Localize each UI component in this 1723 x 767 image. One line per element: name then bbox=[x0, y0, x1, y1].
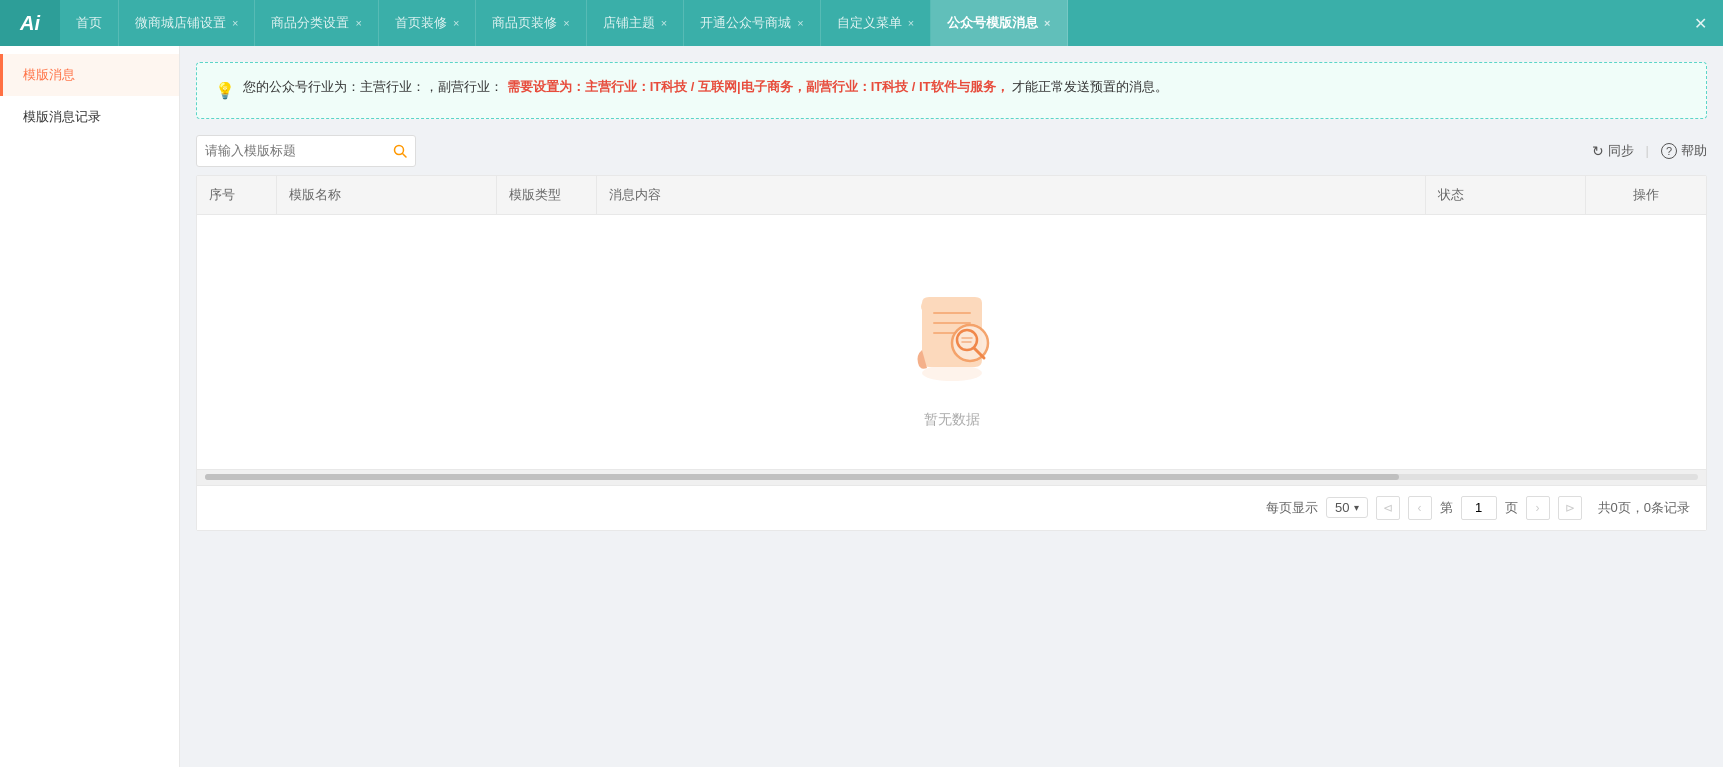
notice-icon: 💡 bbox=[215, 78, 235, 104]
notice-box: 💡 您的公众号行业为：主营行业：，副营行业： 需要设置为：主营行业：IT科技 /… bbox=[196, 62, 1707, 119]
page-prefix-label: 第 bbox=[1440, 499, 1453, 517]
search-icon bbox=[393, 144, 407, 158]
tab-product-category-label: 商品分类设置 bbox=[271, 14, 349, 32]
sync-label: 同步 bbox=[1608, 142, 1634, 160]
search-input[interactable] bbox=[205, 143, 393, 158]
search-button[interactable] bbox=[393, 144, 407, 158]
notice-text: 您的公众号行业为：主营行业：，副营行业： 需要设置为：主营行业：IT科技 / 互… bbox=[243, 77, 1688, 98]
pagination-last-button[interactable]: ⊳ bbox=[1558, 496, 1582, 520]
main-layout: 模版消息 模版消息记录 💡 您的公众号行业为：主营行业：，副营行业： 需要设置为… bbox=[0, 46, 1723, 767]
scroll-thumb[interactable] bbox=[205, 474, 1399, 480]
per-page-select[interactable]: 50 ▾ bbox=[1326, 497, 1367, 518]
svg-point-2 bbox=[922, 365, 982, 381]
toolbar-right: ↻ 同步 | ? 帮助 bbox=[1592, 142, 1707, 160]
th-status: 状态 bbox=[1426, 176, 1586, 214]
tab-product-decor[interactable]: 商品页装修 × bbox=[476, 0, 586, 46]
pagination-next-button[interactable]: › bbox=[1526, 496, 1550, 520]
per-page-chevron-icon: ▾ bbox=[1354, 502, 1359, 513]
tab-open-wechat-shop[interactable]: 开通公众号商城 × bbox=[684, 0, 820, 46]
th-content: 消息内容 bbox=[597, 176, 1426, 214]
tab-shop-theme-label: 店铺主题 bbox=[603, 14, 655, 32]
close-tab-shop-theme[interactable]: × bbox=[661, 17, 667, 29]
th-seq: 序号 bbox=[197, 176, 277, 214]
scroll-track[interactable] bbox=[205, 474, 1698, 480]
tab-weshop-setting[interactable]: 微商城店铺设置 × bbox=[119, 0, 255, 46]
sidebar-item-template-msg-log[interactable]: 模版消息记录 bbox=[0, 96, 179, 138]
search-box[interactable] bbox=[196, 135, 416, 167]
tab-custom-menu-label: 自定义菜单 bbox=[837, 14, 902, 32]
toolbar-divider: | bbox=[1646, 143, 1649, 158]
th-action: 操作 bbox=[1586, 176, 1706, 214]
per-page-value: 50 bbox=[1335, 500, 1349, 515]
sync-button[interactable]: ↻ 同步 bbox=[1592, 142, 1634, 160]
th-name: 模版名称 bbox=[277, 176, 497, 214]
tab-homepage-decor[interactable]: 首页装修 × bbox=[379, 0, 476, 46]
notice-prefix: 您的公众号行业为：主营行业：，副营行业： bbox=[243, 79, 503, 94]
pagination-total: 共0页，0条记录 bbox=[1598, 499, 1690, 517]
tab-bar: Ai 首页 微商城店铺设置 × 商品分类设置 × 首页装修 × 商品页装修 × … bbox=[0, 0, 1723, 46]
pagination-prev-button[interactable]: ‹ bbox=[1408, 496, 1432, 520]
close-tab-weshop-setting[interactable]: × bbox=[232, 17, 238, 29]
tab-custom-menu[interactable]: 自定义菜单 × bbox=[821, 0, 931, 46]
app-logo: Ai bbox=[0, 0, 60, 46]
th-type: 模版类型 bbox=[497, 176, 597, 214]
close-tab-open-wechat-shop[interactable]: × bbox=[797, 17, 803, 29]
tab-open-wechat-shop-label: 开通公众号商城 bbox=[700, 14, 791, 32]
help-label: 帮助 bbox=[1681, 142, 1707, 160]
sidebar-item-template-msg-log-label: 模版消息记录 bbox=[23, 109, 101, 124]
tab-home-label: 首页 bbox=[76, 14, 102, 32]
table-container: 序号 模版名称 模版类型 消息内容 状态 操作 bbox=[196, 175, 1707, 531]
pagination: 每页显示 50 ▾ ⊲ ‹ 第 页 › ⊳ 共0页，0条记录 bbox=[197, 485, 1706, 530]
notice-suffix: 才能正常发送预置的消息。 bbox=[1012, 79, 1168, 94]
per-page-label: 每页显示 bbox=[1266, 499, 1318, 517]
close-tab-custom-menu[interactable]: × bbox=[908, 17, 914, 29]
sidebar-item-template-msg-label: 模版消息 bbox=[23, 67, 75, 82]
close-tab-template-msg[interactable]: × bbox=[1044, 17, 1050, 29]
tab-home[interactable]: 首页 bbox=[60, 0, 119, 46]
close-tab-product-decor[interactable]: × bbox=[563, 17, 569, 29]
tab-product-decor-label: 商品页装修 bbox=[492, 14, 557, 32]
close-tab-product-category[interactable]: × bbox=[355, 17, 361, 29]
pagination-first-button[interactable]: ⊲ bbox=[1376, 496, 1400, 520]
tab-template-msg[interactable]: 公众号模版消息 × bbox=[931, 0, 1067, 46]
svg-line-1 bbox=[403, 153, 407, 157]
close-tab-homepage-decor[interactable]: × bbox=[453, 17, 459, 29]
empty-text: 暂无数据 bbox=[924, 411, 980, 429]
page-number-input[interactable] bbox=[1461, 496, 1497, 520]
empty-state: 暂无数据 bbox=[197, 215, 1706, 469]
help-icon: ? bbox=[1661, 143, 1677, 159]
tab-product-category[interactable]: 商品分类设置 × bbox=[255, 0, 378, 46]
empty-illustration bbox=[892, 275, 1012, 395]
tab-weshop-setting-label: 微商城店铺设置 bbox=[135, 14, 226, 32]
tab-template-msg-label: 公众号模版消息 bbox=[947, 14, 1038, 32]
page-unit-label: 页 bbox=[1505, 499, 1518, 517]
sync-icon: ↻ bbox=[1592, 143, 1604, 159]
toolbar: ↻ 同步 | ? 帮助 bbox=[196, 135, 1707, 167]
notice-highlight: 需要设置为：主营行业：IT科技 / 互联网|电子商务，副营行业：IT科技 / I… bbox=[507, 79, 1009, 94]
tab-homepage-decor-label: 首页装修 bbox=[395, 14, 447, 32]
sidebar-item-template-msg[interactable]: 模版消息 bbox=[0, 54, 179, 96]
content-area: 💡 您的公众号行业为：主营行业：，副营行业： 需要设置为：主营行业：IT科技 /… bbox=[180, 46, 1723, 767]
tab-shop-theme[interactable]: 店铺主题 × bbox=[587, 0, 684, 46]
table-header: 序号 模版名称 模版类型 消息内容 状态 操作 bbox=[197, 176, 1706, 215]
horizontal-scrollbar[interactable] bbox=[197, 469, 1706, 485]
sidebar: 模版消息 模版消息记录 bbox=[0, 46, 180, 767]
help-button[interactable]: ? 帮助 bbox=[1661, 142, 1707, 160]
close-all-tabs[interactable]: ✕ bbox=[1678, 0, 1723, 46]
